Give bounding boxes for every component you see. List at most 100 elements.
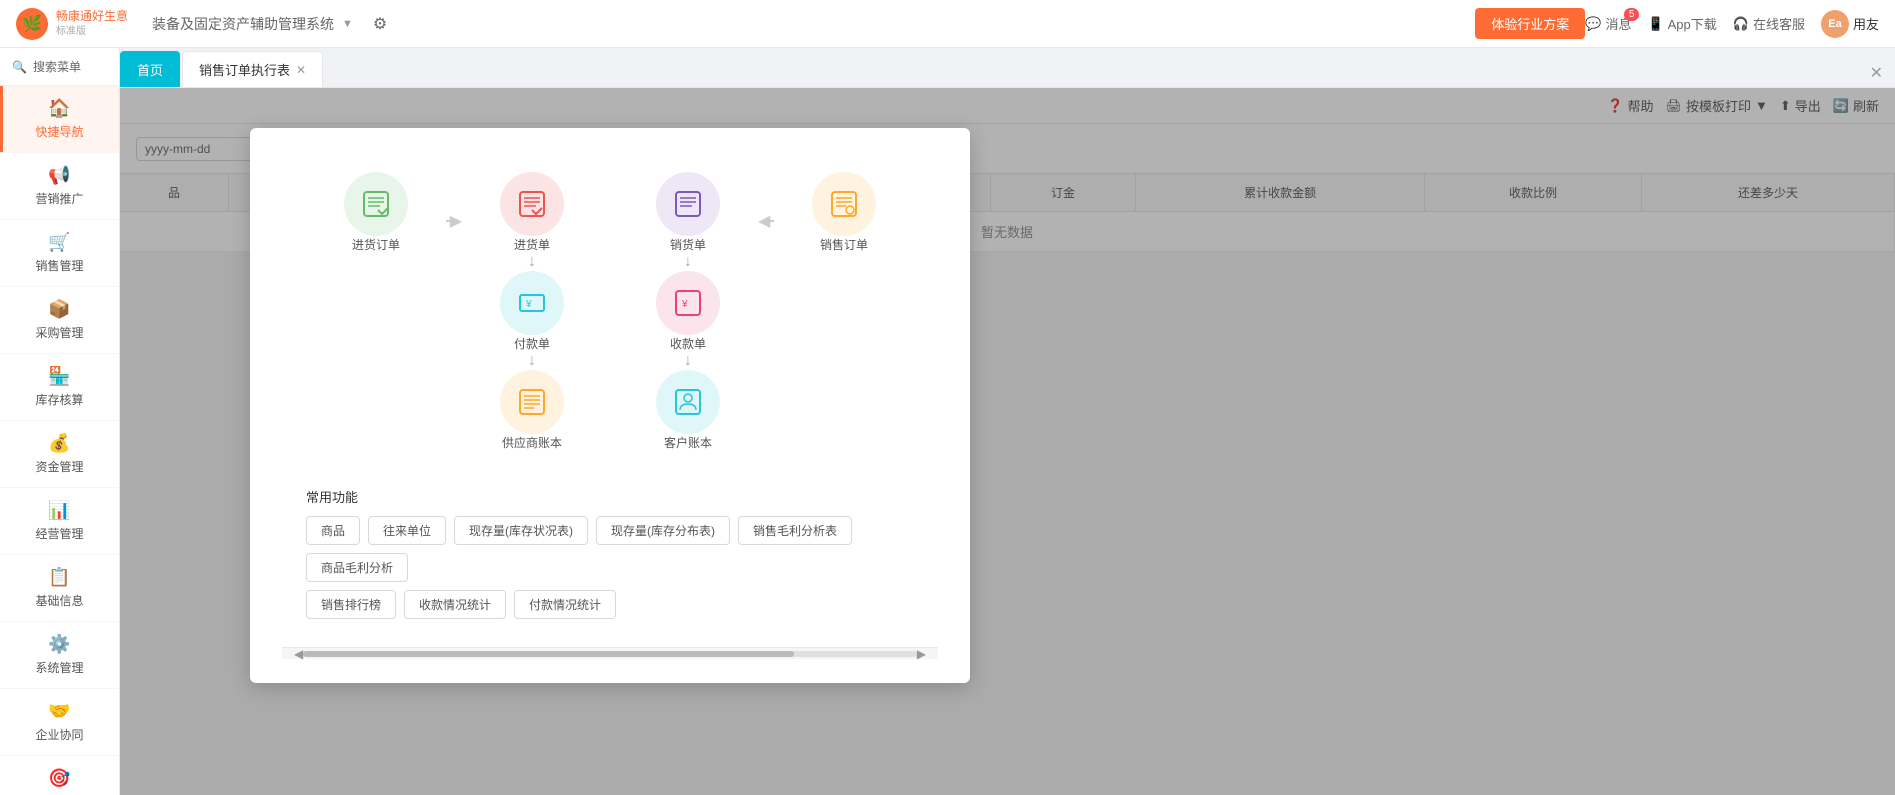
- sidebar-item-newbie[interactable]: 🎯 新手引导: [0, 756, 119, 795]
- sidebar-icon-system: ⚙️: [48, 634, 70, 655]
- scroll-thumb: [303, 651, 794, 657]
- down-arrow-payment: ↓: [462, 253, 602, 271]
- sidebar-item-inventory[interactable]: 🏪 库存核算: [0, 354, 119, 421]
- logo-text: 畅康通好生意 标准版: [56, 9, 128, 38]
- sidebar-label-enterprise: 企业协同: [35, 726, 83, 743]
- message-badge: 5: [1624, 8, 1640, 21]
- purchase-order-icon: [360, 188, 392, 220]
- sidebar-label-purchase: 采购管理: [35, 324, 83, 341]
- sales-bill-circle[interactable]: [656, 172, 720, 236]
- sales-order-circle[interactable]: [812, 172, 876, 236]
- common-functions-title: 常用功能: [306, 487, 914, 506]
- user-avatar: Ea: [1821, 10, 1849, 38]
- func-btn-sales-margin[interactable]: 销售毛利分析表: [738, 516, 852, 545]
- modal-body: 进货订单 ▶: [250, 128, 970, 683]
- sidebar-icon-basics: 📋: [48, 567, 70, 588]
- svg-text:¥: ¥: [681, 299, 688, 310]
- message-button[interactable]: 💬 消息 5: [1585, 14, 1631, 33]
- sidebar-icon-finance: 💰: [48, 433, 70, 454]
- func-btn-product-margin[interactable]: 商品毛利分析: [306, 553, 408, 582]
- supplier-label: 供应商账本: [502, 434, 562, 451]
- empty3: [774, 352, 914, 370]
- sidebar-label-finance: 资金管理: [35, 458, 83, 475]
- tab-bar-right: ✕: [1866, 59, 1887, 87]
- sp1: [446, 352, 462, 370]
- scroll-right-arrow[interactable]: ▶: [917, 647, 926, 661]
- sidebar-icon-sales: 🛒: [48, 232, 70, 253]
- func-btn-stock-dist[interactable]: 现存量(库存分布表): [596, 516, 730, 545]
- func-btn-sales-rank[interactable]: 销售排行榜: [306, 590, 396, 619]
- logo-area: 🌿 畅康通好生意 标准版: [16, 8, 136, 40]
- sidebar-item-operations[interactable]: 📊 经营管理: [0, 488, 119, 555]
- arrow-so-sb: ◀: [758, 211, 774, 253]
- func-btn-stock-status[interactable]: 现存量(库存状况表): [454, 516, 588, 545]
- spacer1: [446, 253, 462, 271]
- settings-icon-button[interactable]: ⚙: [369, 10, 391, 38]
- online-service-button[interactable]: 🎧 在线客服: [1733, 14, 1805, 33]
- sidebar-item-basics[interactable]: 📋 基础信息: [0, 555, 119, 622]
- receipt-circle[interactable]: ¥: [656, 271, 720, 335]
- system-title-text: 装备及固定资产辅助管理系统: [152, 14, 334, 34]
- sidebar-label-marketing: 营销推广: [35, 190, 83, 207]
- sidebar-icon-operations: 📊: [48, 500, 70, 521]
- sidebar-icon-enterprise: 🤝: [48, 701, 70, 722]
- sidebar-item-enterprise[interactable]: 🤝 企业协同: [0, 689, 119, 756]
- sidebar-label-system: 系统管理: [35, 659, 83, 676]
- sidebar-label-basics: 基础信息: [35, 592, 83, 609]
- purchase-bill-circle[interactable]: [500, 172, 564, 236]
- horizontal-scrollbar[interactable]: ◀ ▶: [282, 647, 938, 659]
- sidebar-icon-marketing: 📢: [48, 165, 70, 186]
- scroll-track[interactable]: [303, 651, 917, 657]
- supplier-circle[interactable]: [500, 370, 564, 434]
- sidebar-item-purchase[interactable]: 📦 采购管理: [0, 287, 119, 354]
- func-btn-receipt-stats[interactable]: 收款情况统计: [404, 590, 506, 619]
- down-arrow-receipt: ↓: [618, 253, 758, 271]
- sidebar-item-finance[interactable]: 💰 资金管理: [0, 421, 119, 488]
- sidebar-label-operations: 经营管理: [35, 525, 83, 542]
- tab-close-icon[interactable]: ✕: [296, 63, 306, 77]
- payment-label: 付款单: [514, 335, 550, 352]
- purchase-order-circle[interactable]: [344, 172, 408, 236]
- sales-order-icon: [828, 188, 860, 220]
- func-buttons-row2: 销售排行榜 收款情况统计 付款情况统计: [306, 590, 914, 619]
- service-icon: 🎧: [1733, 16, 1749, 32]
- spacer4: [774, 253, 914, 271]
- customer-circle[interactable]: [656, 370, 720, 434]
- func-btn-payment-stats[interactable]: 付款情况统计: [514, 590, 616, 619]
- flow-col-sales-bill: 销货单: [618, 172, 758, 253]
- func-btn-product[interactable]: 商品: [306, 516, 360, 545]
- receipt-icon: ¥: [672, 287, 704, 319]
- sidebar-icon-newbie: 🎯: [48, 768, 70, 789]
- modal-overlay[interactable]: 进货订单 ▶: [120, 88, 1895, 795]
- flow-col-supplier: 供应商账本: [462, 370, 602, 451]
- sidebar-item-system[interactable]: ⚙️ 系统管理: [0, 622, 119, 689]
- home-tab-label: 首页: [137, 60, 163, 79]
- system-title-area: 装备及固定资产辅助管理系统 ▼ ⚙: [152, 10, 1467, 38]
- sidebar-item-quick-nav[interactable]: 🏠 快捷导航: [0, 86, 119, 153]
- payment-icon: ¥: [516, 287, 548, 319]
- customer-icon: [672, 386, 704, 418]
- sidebar-label-sales: 销售管理: [35, 257, 83, 274]
- func-btn-contacts[interactable]: 往来单位: [368, 516, 446, 545]
- svg-text:¥: ¥: [525, 299, 532, 310]
- system-dropdown-arrow[interactable]: ▼: [342, 18, 353, 30]
- app-download-button[interactable]: 📱 App下载: [1647, 14, 1716, 33]
- experience-button[interactable]: 体验行业方案: [1475, 8, 1585, 39]
- payment-circle[interactable]: ¥: [500, 271, 564, 335]
- tab-sales-order[interactable]: 销售订单执行表 ✕: [182, 51, 323, 87]
- search-menu-button[interactable]: 🔍 搜索菜单: [0, 48, 119, 86]
- arrow-po-pb: ▶: [446, 211, 462, 253]
- tab-home[interactable]: 首页: [120, 51, 180, 87]
- sidebar-icon-inventory: 🏪: [48, 366, 70, 387]
- sidebar-icon-purchase: 📦: [48, 299, 70, 320]
- flow-modal: 进货订单 ▶: [250, 128, 970, 683]
- sidebar-item-marketing[interactable]: 📢 营销推广: [0, 153, 119, 220]
- window-close-button[interactable]: ✕: [1866, 59, 1887, 87]
- user-name: 用友: [1853, 14, 1879, 33]
- sidebar-item-sales[interactable]: 🛒 销售管理: [0, 220, 119, 287]
- user-area[interactable]: Ea 用友: [1821, 10, 1879, 38]
- scroll-left-arrow[interactable]: ◀: [294, 647, 303, 661]
- content-area: 首页 销售订单执行表 ✕ ✕ ❓ 帮助 🖨 按模板打印 ▼: [120, 48, 1895, 795]
- spacer3: [758, 253, 774, 271]
- download-icon: 📱: [1647, 16, 1663, 32]
